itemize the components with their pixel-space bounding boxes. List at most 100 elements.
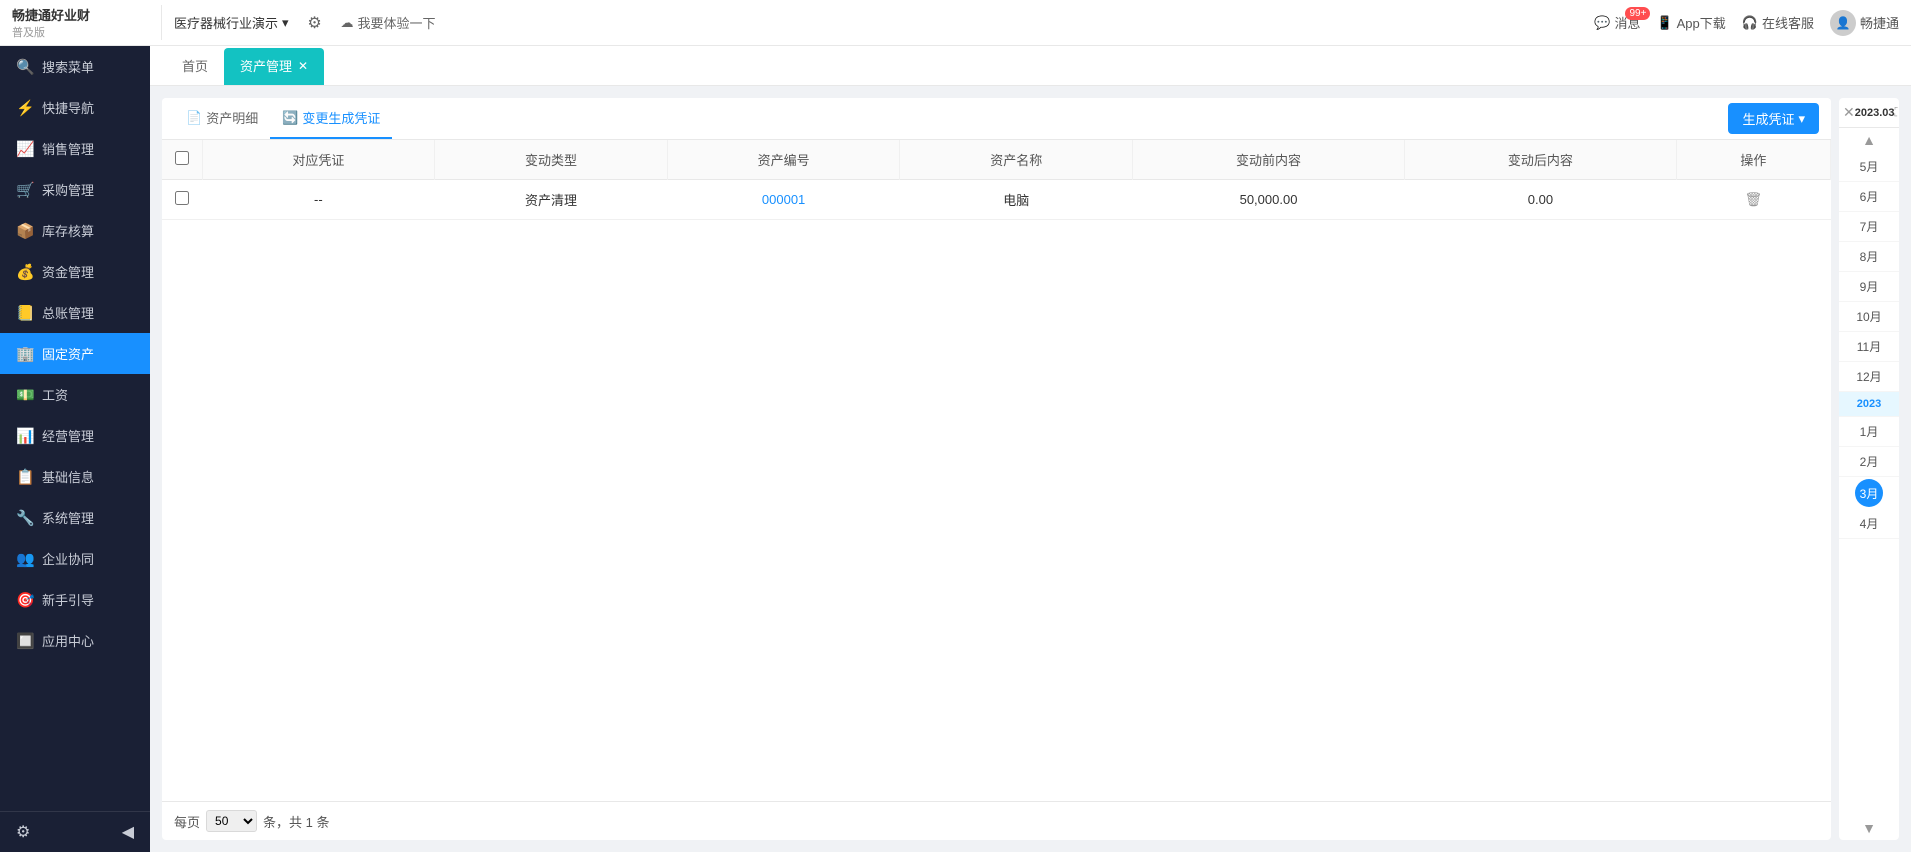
column-asset-code: 资产编号 bbox=[667, 140, 900, 180]
quick-nav-icon: ⚡ bbox=[16, 99, 34, 117]
calendar-month[interactable]: 3月 bbox=[1855, 479, 1883, 507]
column-checkbox bbox=[162, 140, 202, 180]
cloud-icon: ☁ bbox=[341, 15, 354, 31]
delete-icon[interactable]: 🗑 bbox=[1745, 191, 1763, 207]
settings-icon[interactable]: ⚙ bbox=[301, 9, 329, 37]
sidebar-item-system[interactable]: 🔧系统管理 bbox=[0, 497, 150, 538]
tab-home[interactable]: 首页 bbox=[166, 48, 224, 85]
select-all-checkbox[interactable] bbox=[175, 151, 189, 165]
calendar-scroll-up[interactable]: ▲ bbox=[1839, 128, 1899, 152]
sub-tab-asset-detail[interactable]: 📄 资产明细 bbox=[174, 98, 270, 139]
app-download-label: App下载 bbox=[1677, 13, 1726, 32]
sales-icon: 📈 bbox=[16, 140, 34, 158]
phone-icon: 📱 bbox=[1656, 15, 1672, 31]
generate-voucher-button[interactable]: 生成凭证 ▾ bbox=[1728, 103, 1819, 134]
company-name: 医疗器械行业演示 bbox=[174, 13, 278, 32]
calendar-month[interactable]: 1月 bbox=[1839, 417, 1899, 447]
sidebar-label-fixed-assets: 固定资产 bbox=[42, 344, 94, 363]
column-before-change: 变动前内容 bbox=[1133, 140, 1405, 180]
side-panel-close-icon[interactable]: ✕ bbox=[1843, 104, 1855, 121]
sidebar-label-operations: 经营管理 bbox=[42, 426, 94, 445]
table-icon: 📄 bbox=[186, 110, 202, 126]
company-selector[interactable]: 医疗器械行业演示 ▾ bbox=[174, 13, 289, 32]
row-change-type: 资产清理 bbox=[435, 180, 668, 220]
table-container: 对应凭证 变动类型 资产编号 资产名称 变动前内容 变动后内容 操作 bbox=[162, 140, 1831, 801]
row-checkbox[interactable] bbox=[175, 191, 189, 205]
tab-asset-mgmt[interactable]: 资产管理 ✕ bbox=[224, 48, 324, 85]
customer-service-label: 在线客服 bbox=[1762, 13, 1814, 32]
user-profile[interactable]: 👤 畅捷通 bbox=[1830, 10, 1899, 36]
sidebar-label-search: 搜索菜单 bbox=[42, 57, 94, 76]
row-voucher: -- bbox=[202, 180, 435, 220]
calendar-month[interactable]: 10月 bbox=[1839, 302, 1899, 332]
calendar-month[interactable]: 11月 bbox=[1839, 332, 1899, 362]
payroll-icon: 💵 bbox=[16, 386, 34, 404]
tab-asset-mgmt-label: 资产管理 bbox=[240, 56, 292, 75]
logo-area: 畅捷通好业财 普及版 bbox=[12, 5, 162, 40]
calendar-month[interactable]: 8月 bbox=[1839, 242, 1899, 272]
sidebar-item-basic-info[interactable]: 📋基础信息 bbox=[0, 456, 150, 497]
sidebar-label-quick-nav: 快捷导航 bbox=[42, 98, 94, 117]
sidebar-label-collab: 企业协同 bbox=[42, 549, 94, 568]
side-panel-title: 2023.03 bbox=[1855, 107, 1895, 119]
collapse-icon[interactable]: ◀ bbox=[122, 822, 134, 842]
dropdown-arrow-icon: ▾ bbox=[1798, 111, 1805, 127]
page-size-select[interactable]: 10 20 50 100 bbox=[206, 810, 257, 832]
header-middle: 医疗器械行业演示 ▾ ⚙ ☁ 我要体验一下 bbox=[162, 9, 1594, 37]
sidebar-item-payroll[interactable]: 💵工资 bbox=[0, 374, 150, 415]
sidebar-item-sales[interactable]: 📈销售管理 bbox=[0, 128, 150, 169]
funds-icon: 💰 bbox=[16, 263, 34, 281]
sidebar-label-funds: 资金管理 bbox=[42, 262, 94, 281]
sidebar-item-guide[interactable]: 🎯新手引导 bbox=[0, 579, 150, 620]
pagination-bar: 每页 10 20 50 100 条，共 1 条 bbox=[162, 801, 1831, 840]
messages-button[interactable]: 💬 消息 99+ bbox=[1594, 13, 1640, 32]
ledger-icon: 📒 bbox=[16, 304, 34, 322]
calendar-month[interactable]: 6月 bbox=[1839, 182, 1899, 212]
main-panel: 📄 资产明细 🔄 变更生成凭证 生成凭证 ▾ bbox=[162, 98, 1831, 840]
sidebar-item-quick-nav[interactable]: ⚡ 快捷导航 bbox=[0, 87, 150, 128]
calendar-month[interactable]: 7月 bbox=[1839, 212, 1899, 242]
side-panel-header: ✕ 2023.03 ⛶ bbox=[1839, 98, 1899, 128]
avatar: 👤 bbox=[1830, 10, 1856, 36]
calendar-scroll-down[interactable]: ▼ bbox=[1839, 816, 1899, 840]
dropdown-icon: ▾ bbox=[282, 15, 289, 31]
system-icon: 🔧 bbox=[16, 509, 34, 527]
sidebar-item-inventory[interactable]: 📦库存核算 bbox=[0, 210, 150, 251]
sidebar-item-funds[interactable]: 💰 资金管理 bbox=[0, 251, 150, 292]
column-change-type: 变动类型 bbox=[435, 140, 668, 180]
change-icon: 🔄 bbox=[282, 110, 298, 126]
sub-tab-asset-detail-label: 资产明细 bbox=[206, 108, 258, 127]
app-download-button[interactable]: 📱 App下载 bbox=[1656, 13, 1725, 32]
side-panel-expand-icon[interactable]: ⛶ bbox=[1895, 105, 1900, 120]
settings-icon[interactable]: ⚙ bbox=[16, 822, 30, 842]
calendar-month[interactable]: 12月 bbox=[1839, 362, 1899, 392]
calendar-month[interactable]: 5月 bbox=[1839, 152, 1899, 182]
column-action: 操作 bbox=[1676, 140, 1830, 180]
app-header: 畅捷通好业财 普及版 医疗器械行业演示 ▾ ⚙ ☁ 我要体验一下 💬 消息 99… bbox=[0, 0, 1911, 46]
tab-close-icon[interactable]: ✕ bbox=[298, 59, 308, 73]
calendar-month[interactable]: 4月 bbox=[1839, 509, 1899, 539]
sidebar-item-search[interactable]: 🔍 搜索菜单 bbox=[0, 46, 150, 87]
asset-table: 对应凭证 变动类型 资产编号 资产名称 变动前内容 变动后内容 操作 bbox=[162, 140, 1831, 220]
sidebar-item-ledger[interactable]: 📒总账管理 bbox=[0, 292, 150, 333]
side-calendar-panel: ✕ 2023.03 ⛶ ▲ 5月6月7月8月9月10月11月12月20231月2… bbox=[1839, 98, 1899, 840]
collab-icon: 👥 bbox=[16, 550, 34, 568]
page-content: 📄 资产明细 🔄 变更生成凭证 生成凭证 ▾ bbox=[150, 86, 1911, 852]
sub-tab-change-voucher[interactable]: 🔄 变更生成凭证 bbox=[270, 98, 392, 139]
page-size-label: 每页 bbox=[174, 812, 200, 831]
search-icon: 🔍 bbox=[16, 58, 34, 76]
row-after-change: 0.00 bbox=[1404, 180, 1676, 220]
customer-service-button[interactable]: 🎧 在线客服 bbox=[1742, 13, 1814, 32]
sidebar-item-app-center[interactable]: 🔲应用中心 bbox=[0, 620, 150, 661]
content-area: 首页 资产管理 ✕ 📄 资产明细 🔄 变更生成凭证 bbox=[150, 46, 1911, 852]
column-voucher: 对应凭证 bbox=[202, 140, 435, 180]
purchase-icon: 🛒 bbox=[16, 181, 34, 199]
sidebar-item-fixed-assets[interactable]: 🏢固定资产 bbox=[0, 333, 150, 374]
calendar-list: 5月6月7月8月9月10月11月12月20231月2月3月4月 bbox=[1839, 152, 1899, 816]
calendar-month[interactable]: 2月 bbox=[1839, 447, 1899, 477]
calendar-month[interactable]: 9月 bbox=[1839, 272, 1899, 302]
experience-button[interactable]: ☁ 我要体验一下 bbox=[341, 13, 436, 32]
sidebar-item-purchase[interactable]: 🛒采购管理 bbox=[0, 169, 150, 210]
sidebar-item-collab[interactable]: 👥 企业协同 bbox=[0, 538, 150, 579]
sidebar-item-operations[interactable]: 📊经营管理 bbox=[0, 415, 150, 456]
